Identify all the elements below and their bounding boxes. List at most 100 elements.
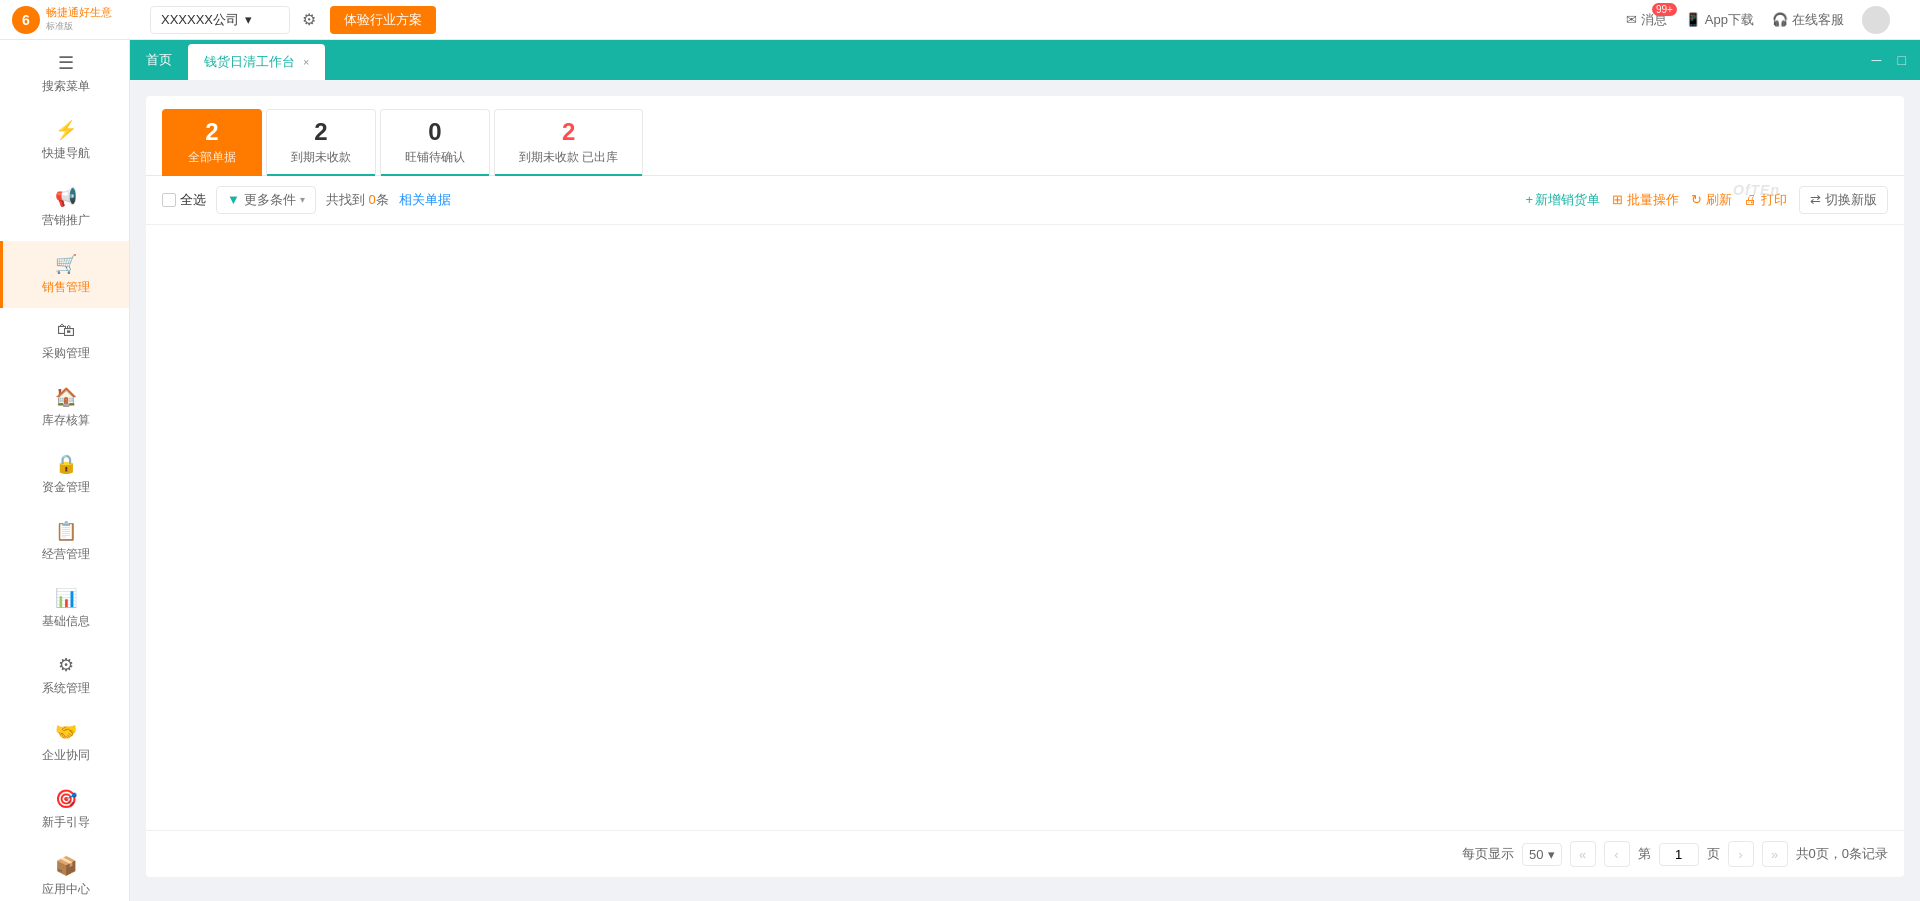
sidebar-item-purchase[interactable]: 🛍 采购管理 <box>0 308 129 374</box>
stat-label-wangpu-pending: 旺铺待确认 <box>405 149 465 166</box>
sidebar-item-cooperation[interactable]: 🤝 企业协同 <box>0 709 129 776</box>
first-page-icon: « <box>1579 847 1586 862</box>
experience-button[interactable]: 体验行业方案 <box>330 6 436 34</box>
tab-current[interactable]: 钱货日清工作台 × <box>188 44 325 80</box>
last-page-button[interactable]: » <box>1762 841 1788 867</box>
maximize-icon[interactable]: □ <box>1894 48 1910 72</box>
logo-area: 6 畅捷通好生意 标准版 <box>12 6 142 34</box>
minimize-icon[interactable]: ─ <box>1868 48 1886 72</box>
sidebar-item-label: 系统管理 <box>42 680 90 697</box>
sidebar-item-label: 应用中心 <box>42 881 90 898</box>
sidebar-item-app-center[interactable]: 📦 应用中心 <box>0 843 129 901</box>
chevron-down-icon: ▾ <box>245 12 252 27</box>
stats-tabs: 2 全部单据 2 到期未收款 0 旺铺待确认 2 到期未收款 已出库 <box>146 96 1904 176</box>
sidebar: ☰ 搜索菜单 ⚡ 快捷导航 📢 营销推广 🛒 销售管理 🛍 采购管理 🏠 库存核… <box>0 40 130 901</box>
sidebar-item-label: 新手引导 <box>42 814 90 831</box>
message-badge: 99+ <box>1652 3 1677 16</box>
message-icon: ✉ <box>1626 12 1637 27</box>
marketing-icon: 📢 <box>55 186 77 208</box>
settings-icon[interactable]: ⚙ <box>298 6 320 33</box>
tab-bar: 首页 钱货日清工作台 × ─ □ <box>130 40 1920 80</box>
per-page-chevron: ▾ <box>1548 847 1555 862</box>
top-header: 6 畅捷通好生意 标准版 XXXXXX公司 ▾ ⚙ 体验行业方案 ✉ 消息 99… <box>0 0 1920 40</box>
company-selector[interactable]: XXXXXX公司 ▾ <box>150 6 290 34</box>
finance-icon: 🔒 <box>55 453 77 475</box>
page-label: 第 <box>1638 845 1651 863</box>
main-content: 2 全部单据 2 到期未收款 0 旺铺待确认 2 到期未收款 已出库 <box>130 80 1920 901</box>
sidebar-item-quick-nav[interactable]: ⚡ 快捷导航 <box>0 107 129 174</box>
found-count: 0 <box>369 192 376 207</box>
purchase-icon: 🛍 <box>57 320 75 341</box>
online-service-button[interactable]: 🎧 在线客服 <box>1772 11 1844 29</box>
tab-close-icon[interactable]: × <box>303 56 309 68</box>
basic-info-icon: 📊 <box>55 587 77 609</box>
message-button[interactable]: ✉ 消息 99+ <box>1626 11 1667 29</box>
refresh-button[interactable]: ↻ 刷新 <box>1691 191 1732 209</box>
found-text: 共找到 0条 <box>326 191 389 209</box>
stat-tab-overdue-unshipped[interactable]: 2 到期未收款 已出库 <box>494 109 643 176</box>
found-prefix: 共找到 <box>326 192 365 207</box>
filter-button[interactable]: ▼ 更多条件 ▾ <box>216 186 316 214</box>
prev-page-button[interactable]: ‹ <box>1604 841 1630 867</box>
company-name: XXXXXX公司 <box>161 11 239 29</box>
sidebar-item-sales[interactable]: 🛒 销售管理 <box>0 241 129 308</box>
app-center-icon: 📦 <box>55 855 77 877</box>
sidebar-item-guide[interactable]: 🎯 新手引导 <box>0 776 129 843</box>
per-page-select[interactable]: 50 ▾ <box>1522 843 1561 866</box>
switch-label: 切换新版 <box>1825 191 1877 209</box>
plus-icon: + <box>1525 192 1533 207</box>
sidebar-item-operations[interactable]: 📋 经营管理 <box>0 508 129 575</box>
sidebar-item-inventory[interactable]: 🏠 库存核算 <box>0 374 129 441</box>
total-text: 共0页，0条记录 <box>1796 845 1888 863</box>
next-page-button[interactable]: › <box>1728 841 1754 867</box>
tab-home[interactable]: 首页 <box>130 40 188 80</box>
toolbar: 全选 ▼ 更多条件 ▾ 共找到 0条 相关单据 + 新增销货单 ⊞ 批量操作 <box>146 176 1904 225</box>
quick-nav-icon: ⚡ <box>55 119 77 141</box>
add-sales-order-button[interactable]: + 新增销货单 <box>1525 191 1600 209</box>
search-menu-icon: ☰ <box>58 52 74 74</box>
checkbox-icon[interactable] <box>162 193 176 207</box>
sidebar-item-basic-info[interactable]: 📊 基础信息 <box>0 575 129 642</box>
sidebar-item-system[interactable]: ⚙ 系统管理 <box>0 642 129 709</box>
stat-number-overdue-unshipped: 2 <box>562 118 575 147</box>
stat-label-overdue-unpaid: 到期未收款 <box>291 149 351 166</box>
stat-tab-overdue-unpaid[interactable]: 2 到期未收款 <box>266 109 376 176</box>
found-link[interactable]: 相关单据 <box>399 191 451 209</box>
sidebar-item-marketing[interactable]: 📢 营销推广 <box>0 174 129 241</box>
table-area <box>146 225 1904 830</box>
sidebar-item-label: 营销推广 <box>42 212 90 229</box>
sidebar-item-label: 快捷导航 <box>42 145 90 162</box>
avatar[interactable] <box>1862 6 1890 34</box>
batch-operations-button[interactable]: ⊞ 批量操作 <box>1612 191 1679 209</box>
logo-sub: 标准版 <box>46 20 112 33</box>
chevron-down-icon: ▾ <box>300 194 305 205</box>
system-icon: ⚙ <box>58 654 74 676</box>
sidebar-item-search-menu[interactable]: ☰ 搜索菜单 <box>0 40 129 107</box>
switch-version-button[interactable]: ⇄ 切换新版 <box>1799 186 1888 214</box>
page-input[interactable] <box>1659 843 1699 866</box>
headset-icon: 🎧 <box>1772 12 1788 27</box>
next-page-icon: › <box>1738 847 1742 862</box>
content-card: 2 全部单据 2 到期未收款 0 旺铺待确认 2 到期未收款 已出库 <box>146 96 1904 877</box>
phone-icon: 📱 <box>1685 12 1701 27</box>
guide-icon: 🎯 <box>55 788 77 810</box>
sidebar-item-label: 采购管理 <box>42 345 90 362</box>
app-download-label: App下载 <box>1705 11 1754 29</box>
operations-icon: 📋 <box>55 520 77 542</box>
tab-current-label: 钱货日清工作台 <box>204 53 295 71</box>
logo-icon: 6 <box>12 6 40 34</box>
app-download-button[interactable]: 📱 App下载 <box>1685 11 1754 29</box>
first-page-button[interactable]: « <box>1570 841 1596 867</box>
often-watermark: OfTEn <box>1733 182 1780 198</box>
select-all-label: 全选 <box>180 191 206 209</box>
stat-label-all: 全部单据 <box>188 149 236 166</box>
sidebar-item-finance[interactable]: 🔒 资金管理 <box>0 441 129 508</box>
page-suffix: 页 <box>1707 845 1720 863</box>
stat-tab-all[interactable]: 2 全部单据 <box>162 109 262 176</box>
stat-tab-wangpu-pending[interactable]: 0 旺铺待确认 <box>380 109 490 176</box>
select-all-checkbox[interactable]: 全选 <box>162 191 206 209</box>
per-page-value: 50 <box>1529 847 1543 862</box>
filter-label: 更多条件 <box>244 191 296 209</box>
sidebar-item-label: 经营管理 <box>42 546 90 563</box>
sidebar-item-label: 库存核算 <box>42 412 90 429</box>
